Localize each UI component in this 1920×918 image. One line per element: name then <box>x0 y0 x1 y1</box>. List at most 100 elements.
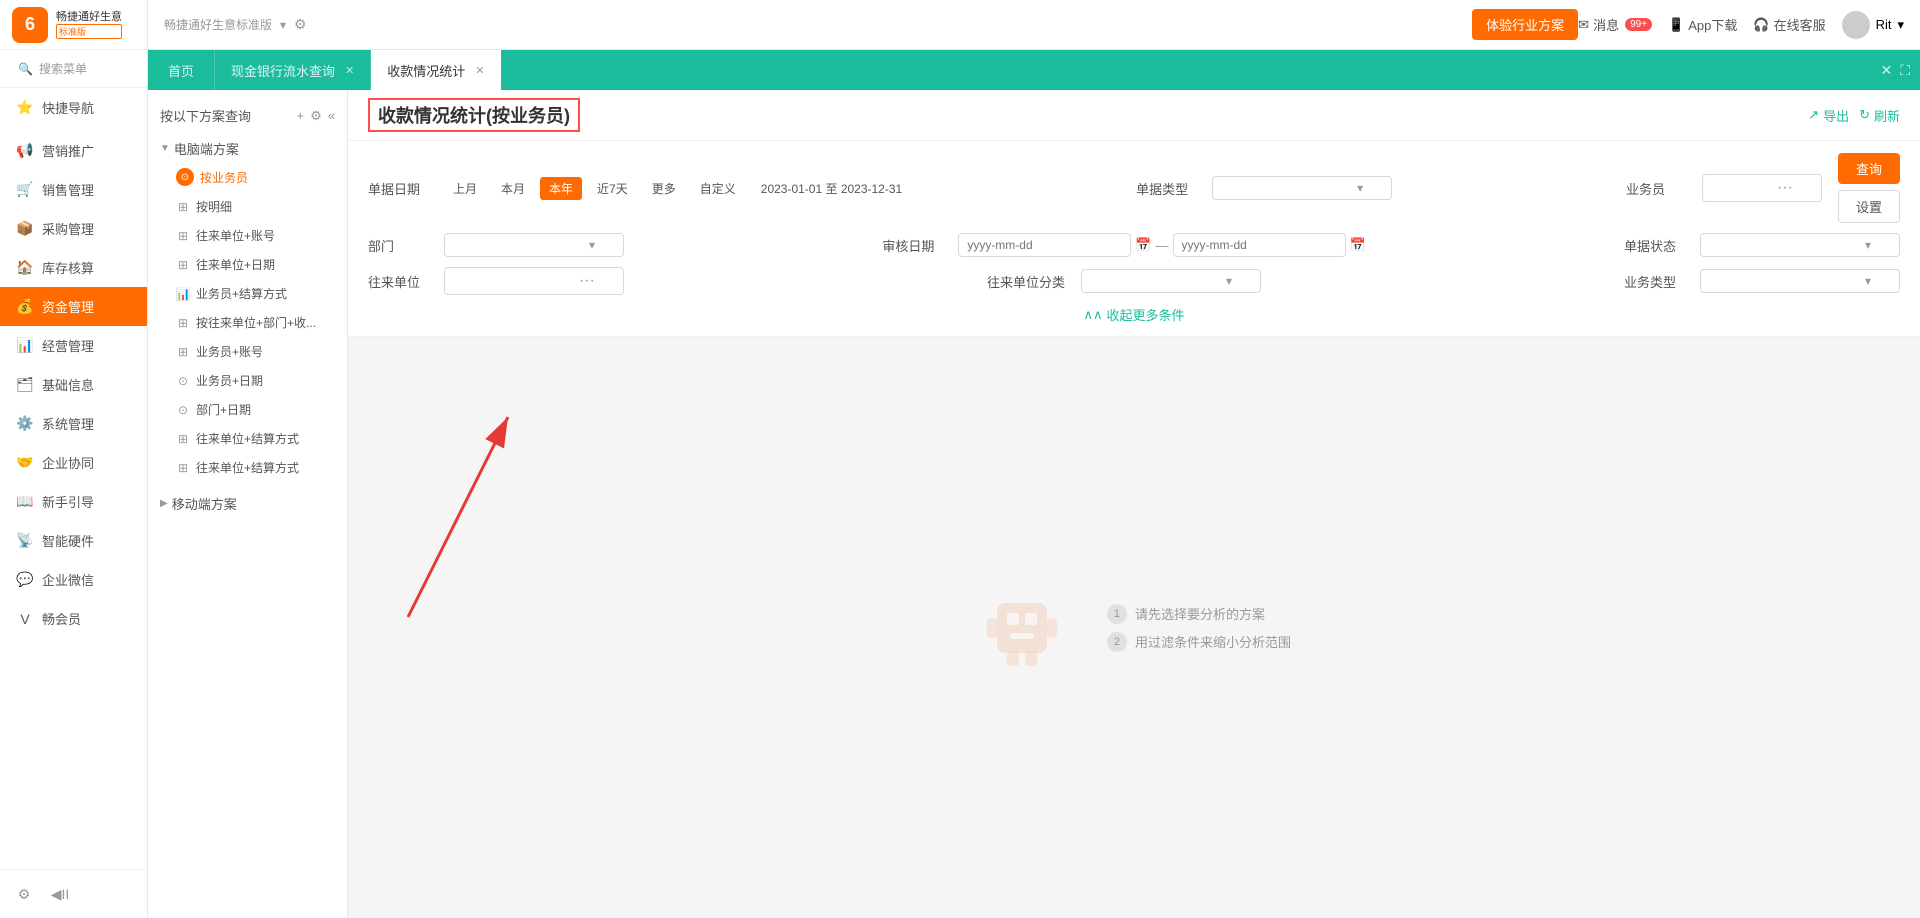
scheme-add-icon[interactable]: + <box>297 108 305 124</box>
counterpart-dots-icon[interactable]: ··· <box>579 272 595 290</box>
counterpart-select[interactable]: ··· <box>444 267 624 295</box>
topbar-settings-icon[interactable]: ⚙ <box>294 16 307 33</box>
salesman-select[interactable]: ··· <box>1702 174 1822 202</box>
audit-date-end[interactable] <box>1173 233 1346 257</box>
tab-collection-close-icon[interactable]: ✕ <box>475 64 484 77</box>
tab-bank-label: 现金银行流水查询 <box>231 61 335 80</box>
page-actions: ↗ 导出 ↻ 刷新 <box>1808 106 1900 125</box>
active-item-icon: ⊙ <box>176 168 194 186</box>
scheme-item-detail[interactable]: ⊞ 按明细 <box>148 192 347 221</box>
audit-date-start-icon[interactable]: 📅 <box>1135 237 1151 253</box>
date-tab-thisyear[interactable]: 本年 <box>540 177 582 200</box>
scheme-group-mobile-title[interactable]: ▶ 移动端方案 <box>148 490 347 517</box>
scheme-item-salesman[interactable]: ⊙ 按业务员 <box>148 162 347 192</box>
tabbar-expand-icon[interactable]: ⛶ <box>1900 62 1910 79</box>
sidebar-search[interactable]: 🔍 搜索菜单 <box>0 50 147 88</box>
message-group[interactable]: ✉ 消息 99+ <box>1578 15 1652 34</box>
dept-label: 部门 <box>368 236 428 255</box>
scheme-item-counterpart-date[interactable]: ⊞ 往来单位+日期 <box>148 250 347 279</box>
tab-bank-close-icon[interactable]: ✕ <box>345 64 354 77</box>
sidebar-item-enterprise[interactable]: 🤝 企业协同 <box>0 443 147 482</box>
scheme-item-counterpart-settle2[interactable]: ⊞ 往来单位+结算方式 <box>148 453 347 482</box>
sidebar-item-quicknav[interactable]: ⭐ 快捷导航 <box>0 88 147 127</box>
sidebar-item-sales[interactable]: 🛒 销售管理 <box>0 170 147 209</box>
trial-btn[interactable]: 体验行业方案 <box>1472 9 1578 40</box>
sidebar-item-wechat[interactable]: 💬 企业微信 <box>0 560 147 599</box>
scheme-group-pc-title[interactable]: ▼ 电脑端方案 <box>148 135 347 162</box>
mobile-group-label: 移动端方案 <box>172 494 237 513</box>
empty-area: 1 请先选择要分析的方案 2 用过滤条件来缩小分析范围 <box>348 337 1920 918</box>
sidebar-item-base[interactable]: 🗂 基础信息 <box>0 365 147 404</box>
enterprise-label: 企业协同 <box>42 453 94 472</box>
app-download-group[interactable]: 📱 App下载 <box>1668 15 1737 34</box>
step-2-text: 用过滤条件来缩小分析范围 <box>1135 632 1291 651</box>
message-label: 消息 <box>1593 15 1619 34</box>
step-2-num: 2 <box>1107 632 1127 652</box>
topbar-right: ✉ 消息 99+ 📱 App下载 🎧 在线客服 Rit ▾ <box>1578 11 1904 39</box>
scheme-collapse-icon[interactable]: « <box>328 108 335 124</box>
base-icon: 🗂 <box>16 376 34 394</box>
scheme-item-dept-date-label: 部门+日期 <box>196 401 251 418</box>
export-btn[interactable]: ↗ 导出 <box>1808 106 1849 125</box>
date-tab-group: 上月 本月 本年 近7天 更多 自定义 <box>444 177 745 200</box>
doc-status-select[interactable]: ▾ <box>1700 233 1900 257</box>
sidebar-item-operation[interactable]: 📊 经营管理 <box>0 326 147 365</box>
sidebar-nav: 📢 营销推广 🛒 销售管理 📦 采购管理 🏠 库存核算 💰 资金管理 📊 经营管… <box>0 127 147 869</box>
date-tab-custom[interactable]: 自定义 <box>691 177 745 200</box>
export-label: 导出 <box>1823 106 1849 125</box>
online-service-group[interactable]: 🎧 在线客服 <box>1753 15 1825 34</box>
tab-bank[interactable]: 现金银行流水查询 ✕ <box>215 50 371 90</box>
date-tab-more[interactable]: 更多 <box>643 177 685 200</box>
refresh-btn[interactable]: ↻ 刷新 <box>1859 106 1900 125</box>
tab-home[interactable]: 首页 <box>148 50 215 90</box>
collapse-btn[interactable]: ∧∧ 收起更多条件 <box>368 305 1900 324</box>
audit-date-start[interactable] <box>958 233 1131 257</box>
main-area: 畅捷通好生意标准版 ▾ ⚙ 体验行业方案 ✉ 消息 99+ 📱 App下载 🎧 … <box>148 0 1920 918</box>
salesman-dots-icon[interactable]: ··· <box>1777 179 1793 197</box>
scheme-item-salesman-settle[interactable]: 📊 业务员+结算方式 <box>148 279 347 308</box>
salesman-settle-icon: 📊 <box>176 287 190 301</box>
settings-bottom-btn[interactable]: ⚙ <box>10 880 38 908</box>
sidebar-item-hardware[interactable]: 📡 智能硬件 <box>0 521 147 560</box>
tab-collection[interactable]: 收款情况统计 ✕ <box>371 50 501 90</box>
counterpart-label: 往来单位 <box>368 272 428 291</box>
sidebar-item-inventory[interactable]: 🏠 库存核算 <box>0 248 147 287</box>
date-range-text: 2023-01-01 至 2023-12-31 <box>761 180 902 197</box>
tabbar-close-icon[interactable]: ✕ <box>1880 62 1892 79</box>
business-type-select[interactable]: ▾ <box>1700 269 1900 293</box>
scheme-item-counterpart-settle1[interactable]: ⊞ 往来单位+结算方式 <box>148 424 347 453</box>
doc-type-select[interactable]: ▾ <box>1212 176 1392 200</box>
topbar-left: 畅捷通好生意标准版 ▾ ⚙ <box>164 16 307 33</box>
scheme-settings-icon[interactable]: ⚙ <box>310 108 322 124</box>
sidebar-item-purchase[interactable]: 📦 采购管理 <box>0 209 147 248</box>
marketing-icon: 📢 <box>16 142 34 160</box>
counterpart-settle1-icon: ⊞ <box>176 432 190 446</box>
collapse-sidebar-btn[interactable]: ◀II <box>46 880 74 908</box>
set-btn[interactable]: 设置 <box>1838 190 1900 223</box>
user-area[interactable]: Rit ▾ <box>1842 11 1904 39</box>
date-tab-7days[interactable]: 近7天 <box>588 177 637 200</box>
topbar-chevron-icon[interactable]: ▾ <box>280 18 286 32</box>
dept-select[interactable]: ▾ <box>444 233 624 257</box>
scheme-item-dept-date[interactable]: ⊙ 部门+日期 <box>148 395 347 424</box>
sidebar-item-finance[interactable]: 💰 资金管理 <box>0 287 147 326</box>
scheme-item-complex[interactable]: ⊞ 按往来单位+部门+收... <box>148 308 347 337</box>
inventory-label: 库存核算 <box>42 258 94 277</box>
sidebar-item-guide[interactable]: 📖 新手引导 <box>0 482 147 521</box>
scheme-item-salesman-date[interactable]: ⊙ 业务员+日期 <box>148 366 347 395</box>
business-type-label: 业务类型 <box>1624 272 1684 291</box>
sidebar-item-member[interactable]: V 畅会员 <box>0 599 147 638</box>
audit-date-end-icon[interactable]: 📅 <box>1350 237 1366 253</box>
scheme-item-salesman-account[interactable]: ⊞ 业务员+账号 <box>148 337 347 366</box>
query-btn[interactable]: 查询 <box>1838 153 1900 184</box>
sidebar-item-marketing[interactable]: 📢 营销推广 <box>0 131 147 170</box>
sidebar-item-system[interactable]: ⚙️ 系统管理 <box>0 404 147 443</box>
date-tab-thismonth[interactable]: 本月 <box>492 177 534 200</box>
operation-icon: 📊 <box>16 337 34 355</box>
search-icon: 🔍 <box>18 62 33 76</box>
base-label: 基础信息 <box>42 375 94 394</box>
scheme-item-counterpart-account[interactable]: ⊞ 往来单位+账号 <box>148 221 347 250</box>
counterpart-type-select[interactable]: ▾ <box>1081 269 1261 293</box>
date-tab-lastmonth[interactable]: 上月 <box>444 177 486 200</box>
step-1-num: 1 <box>1107 604 1127 624</box>
